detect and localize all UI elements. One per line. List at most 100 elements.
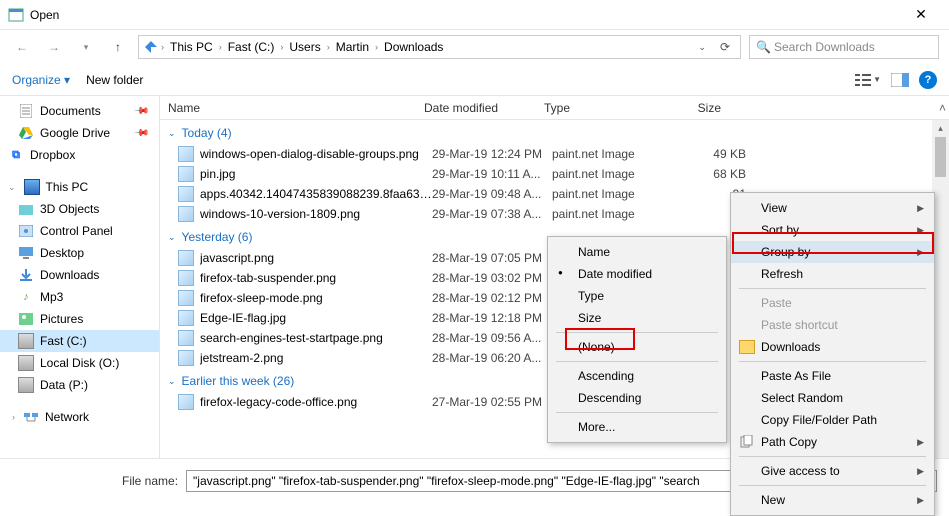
address-dropdown[interactable]: ⌄ bbox=[692, 42, 712, 53]
sidebar-item[interactable]: Documents📌 bbox=[0, 100, 159, 122]
address-bar[interactable]: › This PC › Fast (C:) › Users › Martin ›… bbox=[138, 35, 741, 59]
chevron-right-icon[interactable]: › bbox=[375, 42, 378, 52]
sidebar-item[interactable]: Pictures bbox=[0, 308, 159, 330]
back-button[interactable]: ← bbox=[10, 35, 34, 59]
scroll-up-icon[interactable]: ˄ bbox=[931, 101, 949, 115]
file-date: 29-Mar-19 07:38 A... bbox=[432, 207, 552, 221]
menu-view[interactable]: View▶ bbox=[731, 197, 934, 219]
sidebar-item[interactable]: Data (P:) bbox=[0, 374, 159, 396]
file-icon bbox=[178, 206, 194, 222]
menu-refresh[interactable]: Refresh bbox=[731, 263, 934, 285]
file-size: 49 KB bbox=[676, 147, 746, 161]
file-icon bbox=[178, 146, 194, 162]
recent-dropdown[interactable]: ▾ bbox=[74, 35, 98, 59]
menu-new[interactable]: New▶ bbox=[731, 489, 934, 511]
sidebar-item[interactable]: Local Disk (O:) bbox=[0, 352, 159, 374]
chevron-right-icon[interactable]: › bbox=[161, 42, 164, 52]
preview-pane-button[interactable] bbox=[891, 73, 909, 87]
menu-copy-path[interactable]: Copy File/Folder Path bbox=[731, 409, 934, 431]
sidebar-item[interactable]: ♪Mp3 bbox=[0, 286, 159, 308]
menu-select-random[interactable]: Select Random bbox=[731, 387, 934, 409]
file-row[interactable]: pin.jpg 29-Mar-19 10:11 A... paint.net I… bbox=[160, 164, 949, 184]
file-icon bbox=[178, 394, 194, 410]
sidebar-item[interactable]: Control Panel bbox=[0, 220, 159, 242]
file-type: paint.net Image bbox=[552, 207, 676, 221]
file-type: paint.net Image bbox=[552, 187, 676, 201]
view-mode-button[interactable]: ▼ bbox=[855, 73, 881, 87]
file-date: 28-Mar-19 03:02 PM bbox=[432, 271, 552, 285]
file-row[interactable]: windows-open-dialog-disable-groups.png 2… bbox=[160, 144, 949, 164]
sidebar-item-label: This PC bbox=[46, 180, 89, 194]
sidebar-item[interactable]: ›Network bbox=[0, 406, 159, 428]
file-name: firefox-sleep-mode.png bbox=[200, 291, 432, 305]
organize-button[interactable]: Organize ▾ bbox=[12, 73, 70, 87]
crumb-downloads[interactable]: Downloads bbox=[380, 40, 447, 54]
menu-descending[interactable]: Descending bbox=[548, 387, 726, 409]
chevron-down-icon: ⌄ bbox=[168, 232, 176, 243]
refresh-button[interactable]: ⟳ bbox=[714, 40, 736, 54]
up-button[interactable]: ↑ bbox=[106, 35, 130, 59]
col-type[interactable]: Type bbox=[536, 101, 660, 115]
menu-date-modified[interactable]: Date modified bbox=[548, 263, 726, 285]
forward-button[interactable]: → bbox=[42, 35, 66, 59]
file-icon bbox=[178, 310, 194, 326]
menu-paste[interactable]: Paste bbox=[731, 292, 934, 314]
sidebar-item-label: Google Drive bbox=[40, 126, 110, 140]
col-size[interactable]: Size bbox=[660, 101, 730, 115]
search-input[interactable]: 🔍 Search Downloads bbox=[749, 35, 939, 59]
titlebar: Open ✕ bbox=[0, 0, 949, 30]
file-icon bbox=[178, 270, 194, 286]
new-folder-button[interactable]: New folder bbox=[86, 73, 143, 87]
file-icon bbox=[178, 166, 194, 182]
close-button[interactable]: ✕ bbox=[901, 6, 941, 23]
group-header[interactable]: ⌄Today (4) bbox=[160, 120, 949, 144]
sidebar-item-label: Local Disk (O:) bbox=[40, 356, 119, 370]
file-date: 28-Mar-19 06:20 A... bbox=[432, 351, 552, 365]
folder-icon bbox=[739, 340, 755, 354]
sidebar-item[interactable]: Google Drive📌 bbox=[0, 122, 159, 144]
location-icon bbox=[143, 39, 159, 55]
menu-more[interactable]: More... bbox=[548, 416, 726, 438]
app-icon bbox=[8, 7, 24, 23]
help-button[interactable]: ? bbox=[919, 71, 937, 89]
file-name: windows-open-dialog-disable-groups.png bbox=[200, 147, 432, 161]
col-name[interactable]: Name bbox=[160, 101, 416, 115]
crumb-drive[interactable]: Fast (C:) bbox=[224, 40, 279, 54]
menu-downloads[interactable]: Downloads bbox=[731, 336, 934, 358]
col-date[interactable]: Date modified bbox=[416, 101, 536, 115]
chevron-right-icon[interactable]: › bbox=[327, 42, 330, 52]
menu-paste-as-file[interactable]: Paste As File bbox=[731, 365, 934, 387]
sidebar-item[interactable]: Desktop bbox=[0, 242, 159, 264]
chevron-right-icon[interactable]: › bbox=[219, 42, 222, 52]
group-title: Yesterday (6) bbox=[182, 230, 253, 244]
filename-label: File name: bbox=[122, 474, 178, 488]
sidebar-item[interactable]: ⧉Dropbox bbox=[0, 144, 159, 166]
menu-name[interactable]: Name bbox=[548, 241, 726, 263]
crumb-user[interactable]: Martin bbox=[332, 40, 373, 54]
file-size: 68 KB bbox=[676, 167, 746, 181]
menu-paste-shortcut[interactable]: Paste shortcut bbox=[731, 314, 934, 336]
crumb-thispc[interactable]: This PC bbox=[166, 40, 217, 54]
sidebar: Documents📌Google Drive📌⧉Dropbox ⌄This PC3… bbox=[0, 96, 160, 476]
file-name: jetstream-2.png bbox=[200, 351, 432, 365]
sidebar-item[interactable]: ⌄This PC bbox=[0, 176, 159, 198]
menu-size[interactable]: Size bbox=[548, 307, 726, 329]
file-name: Edge-IE-flag.jpg bbox=[200, 311, 432, 325]
sidebar-item[interactable]: 3D Objects bbox=[0, 198, 159, 220]
sidebar-item[interactable]: Fast (C:) bbox=[0, 330, 159, 352]
menu-give-access[interactable]: Give access to▶ bbox=[731, 460, 934, 482]
crumb-users[interactable]: Users bbox=[285, 40, 324, 54]
menu-path-copy[interactable]: Path Copy▶ bbox=[731, 431, 934, 453]
menu-ascending[interactable]: Ascending bbox=[548, 365, 726, 387]
file-name: search-engines-test-startpage.png bbox=[200, 331, 432, 345]
sidebar-item[interactable]: Downloads bbox=[0, 264, 159, 286]
file-icon bbox=[178, 330, 194, 346]
chevron-right-icon[interactable]: › bbox=[280, 42, 283, 52]
menu-type[interactable]: Type bbox=[548, 285, 726, 307]
file-date: 29-Mar-19 12:24 PM bbox=[432, 147, 552, 161]
file-icon bbox=[178, 250, 194, 266]
highlight-none bbox=[565, 328, 635, 350]
chevron-down-icon: ⌄ bbox=[168, 128, 176, 139]
file-name: javascript.png bbox=[200, 251, 432, 265]
file-date: 28-Mar-19 09:56 A... bbox=[432, 331, 552, 345]
